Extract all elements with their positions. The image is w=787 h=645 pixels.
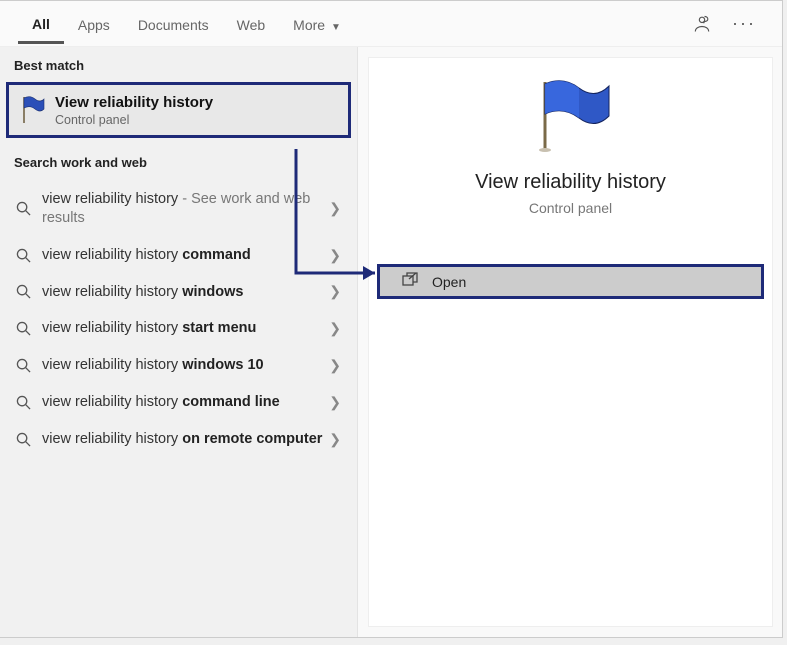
tab-more[interactable]: More ▼ bbox=[279, 5, 355, 43]
flag-icon-large bbox=[529, 76, 613, 159]
tab-documents[interactable]: Documents bbox=[124, 5, 223, 43]
chevron-right-icon: ❯ bbox=[325, 320, 345, 337]
chevron-down-icon: ▼ bbox=[331, 22, 341, 33]
suggestion-item[interactable]: view reliability history start menu❯ bbox=[0, 310, 357, 347]
chevron-right-icon: ❯ bbox=[325, 200, 345, 217]
chevron-right-icon: ❯ bbox=[325, 394, 345, 411]
best-match-result[interactable]: View reliability history Control panel bbox=[6, 82, 351, 138]
more-options-icon[interactable]: ··· bbox=[732, 13, 756, 34]
suggestion-item[interactable]: view reliability history windows❯ bbox=[0, 274, 357, 311]
search-icon bbox=[14, 358, 32, 373]
tab-right-controls: ··· bbox=[692, 13, 782, 34]
preview-pane: View reliability history Control panel O… bbox=[368, 57, 773, 627]
filter-tabs: All Apps Documents Web More ▼ ··· bbox=[0, 1, 782, 47]
section-best-match: Best match bbox=[0, 47, 357, 82]
open-label: Open bbox=[432, 274, 466, 290]
suggestion-item[interactable]: view reliability history - See work and … bbox=[0, 181, 357, 237]
suggestion-text: view reliability history start menu bbox=[42, 319, 325, 338]
results-list: Best match View reliability history Cont… bbox=[0, 47, 358, 637]
chevron-right-icon: ❯ bbox=[325, 357, 345, 374]
tab-web[interactable]: Web bbox=[223, 5, 280, 43]
feedback-icon[interactable] bbox=[692, 14, 712, 34]
suggestion-item[interactable]: view reliability history windows 10❯ bbox=[0, 347, 357, 384]
suggestion-text: view reliability history windows bbox=[42, 283, 325, 302]
chevron-right-icon: ❯ bbox=[325, 247, 345, 264]
suggestion-item[interactable]: view reliability history on remote compu… bbox=[0, 421, 357, 458]
chevron-right-icon: ❯ bbox=[325, 431, 345, 448]
preview-title: View reliability history bbox=[475, 171, 666, 194]
open-action[interactable]: Open bbox=[377, 264, 764, 299]
suggestion-item[interactable]: view reliability history command❯ bbox=[0, 237, 357, 274]
search-icon bbox=[14, 432, 32, 447]
tab-apps[interactable]: Apps bbox=[64, 5, 124, 43]
suggestion-text: view reliability history on remote compu… bbox=[42, 430, 325, 449]
open-icon bbox=[402, 272, 418, 291]
chevron-right-icon: ❯ bbox=[325, 283, 345, 300]
suggestion-text: view reliability history command line bbox=[42, 393, 325, 412]
search-icon bbox=[14, 284, 32, 299]
search-icon bbox=[14, 321, 32, 336]
suggestion-text: view reliability history windows 10 bbox=[42, 356, 325, 375]
section-search-web: Search work and web bbox=[0, 144, 357, 179]
search-icon bbox=[14, 201, 32, 216]
suggestion-text: view reliability history - See work and … bbox=[42, 190, 325, 228]
main-area: Best match View reliability history Cont… bbox=[0, 47, 782, 637]
suggestions-list: view reliability history - See work and … bbox=[0, 179, 357, 458]
tab-all[interactable]: All bbox=[18, 4, 64, 44]
best-match-subtitle: Control panel bbox=[55, 113, 213, 127]
best-match-text: View reliability history Control panel bbox=[55, 94, 213, 127]
preview-subtitle: Control panel bbox=[529, 200, 612, 216]
suggestion-item[interactable]: view reliability history command line❯ bbox=[0, 384, 357, 421]
search-panel: All Apps Documents Web More ▼ ··· Best m… bbox=[0, 0, 783, 638]
best-match-title: View reliability history bbox=[55, 94, 213, 111]
suggestion-text: view reliability history command bbox=[42, 246, 325, 265]
search-icon bbox=[14, 395, 32, 410]
tab-more-label: More bbox=[293, 17, 325, 33]
search-icon bbox=[14, 248, 32, 263]
flag-icon bbox=[19, 93, 47, 127]
